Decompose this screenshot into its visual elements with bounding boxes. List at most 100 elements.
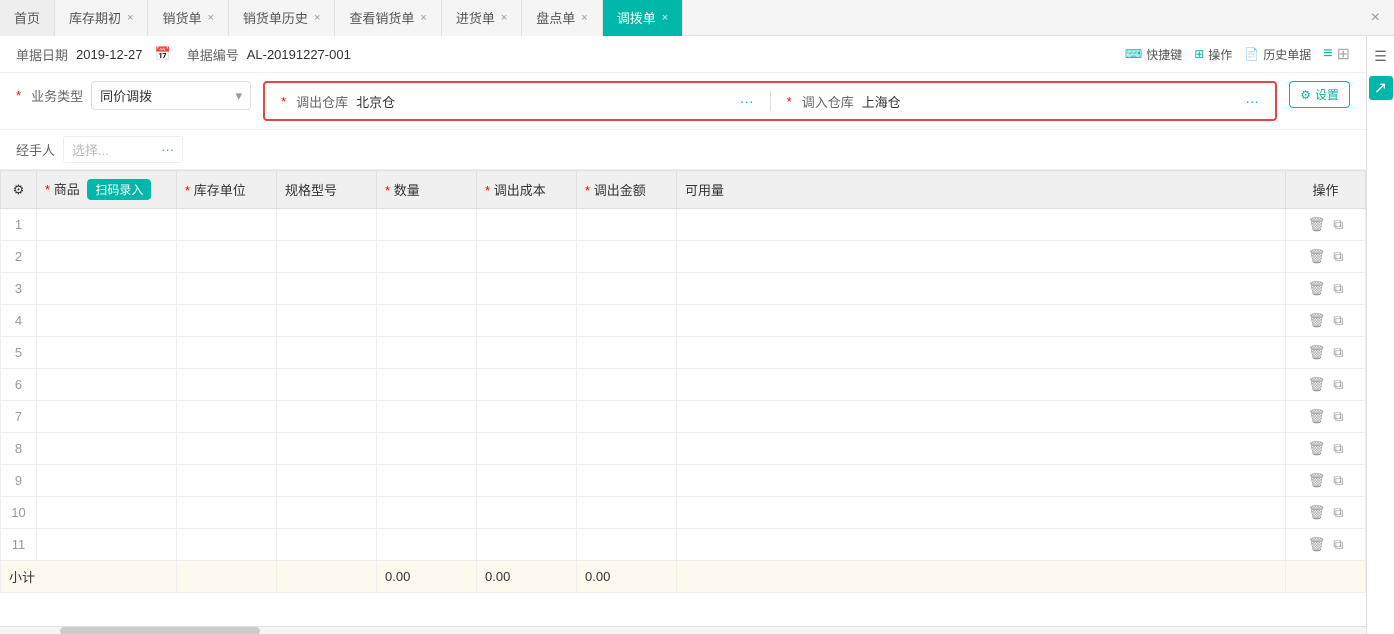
row-qty-6[interactable] <box>377 369 477 401</box>
row-unit-6[interactable] <box>177 369 277 401</box>
row-available-11[interactable] <box>677 529 1286 561</box>
row-qty-3[interactable] <box>377 273 477 305</box>
tab-home[interactable]: 首页 <box>0 0 55 36</box>
row-product-6[interactable] <box>37 369 177 401</box>
tab-purchase-close[interactable]: × <box>501 12 507 24</box>
delete-icon-4[interactable]: 🗑 <box>1308 312 1326 328</box>
tab-sales-order[interactable]: 销货单 × <box>148 0 228 36</box>
row-cost-4[interactable] <box>477 305 577 337</box>
delete-icon-1[interactable]: 🗑 <box>1308 216 1326 232</box>
tab-purchase[interactable]: 进货单 × <box>442 0 522 36</box>
row-available-10[interactable] <box>677 497 1286 529</box>
row-cost-6[interactable] <box>477 369 577 401</box>
row-qty-10[interactable] <box>377 497 477 529</box>
row-available-3[interactable] <box>677 273 1286 305</box>
sidebar-export-icon[interactable]: ↗ <box>1369 76 1393 100</box>
row-qty-5[interactable] <box>377 337 477 369</box>
row-qty-1[interactable] <box>377 209 477 241</box>
row-available-4[interactable] <box>677 305 1286 337</box>
tab-transfer-close[interactable]: × <box>662 12 668 24</box>
row-qty-4[interactable] <box>377 305 477 337</box>
delete-icon-8[interactable]: 🗑 <box>1308 440 1326 456</box>
row-product-8[interactable] <box>37 433 177 465</box>
row-amount-4[interactable] <box>577 305 677 337</box>
row-available-6[interactable] <box>677 369 1286 401</box>
sidebar-list-icon[interactable]: ☰ <box>1369 44 1393 68</box>
row-amount-3[interactable] <box>577 273 677 305</box>
row-spec-5[interactable] <box>277 337 377 369</box>
row-amount-1[interactable] <box>577 209 677 241</box>
copy-icon-10[interactable]: ⧉ <box>1333 504 1343 520</box>
copy-icon-11[interactable]: ⧉ <box>1333 536 1343 552</box>
history-button[interactable]: 📄 历史单据 <box>1244 46 1311 63</box>
delete-icon-5[interactable]: 🗑 <box>1308 344 1326 360</box>
row-available-7[interactable] <box>677 401 1286 433</box>
row-amount-10[interactable] <box>577 497 677 529</box>
row-spec-4[interactable] <box>277 305 377 337</box>
row-available-5[interactable] <box>677 337 1286 369</box>
scan-button[interactable]: 扫码录入 <box>87 179 151 200</box>
row-spec-10[interactable] <box>277 497 377 529</box>
delete-icon-3[interactable]: 🗑 <box>1308 280 1326 296</box>
row-spec-11[interactable] <box>277 529 377 561</box>
close-all-button[interactable]: × <box>1357 0 1394 36</box>
row-amount-7[interactable] <box>577 401 677 433</box>
row-available-1[interactable] <box>677 209 1286 241</box>
handler-select[interactable]: 选择... ··· <box>63 136 183 163</box>
row-unit-7[interactable] <box>177 401 277 433</box>
row-spec-2[interactable] <box>277 241 377 273</box>
row-product-11[interactable] <box>37 529 177 561</box>
row-spec-8[interactable] <box>277 433 377 465</box>
row-cost-1[interactable] <box>477 209 577 241</box>
row-product-9[interactable] <box>37 465 177 497</box>
row-cost-5[interactable] <box>477 337 577 369</box>
row-unit-5[interactable] <box>177 337 277 369</box>
row-qty-2[interactable] <box>377 241 477 273</box>
delete-icon-2[interactable]: 🗑 <box>1308 248 1326 264</box>
view-toggle[interactable]: ≡ ⊞ <box>1323 44 1350 64</box>
row-product-2[interactable] <box>37 241 177 273</box>
tab-view-sales-close[interactable]: × <box>420 12 426 24</box>
row-product-5[interactable] <box>37 337 177 369</box>
calendar-icon[interactable]: 📅 <box>155 46 171 62</box>
delete-icon-10[interactable]: 🗑 <box>1308 504 1326 520</box>
row-amount-2[interactable] <box>577 241 677 273</box>
row-product-3[interactable] <box>37 273 177 305</box>
tab-inventory-init[interactable]: 库存期初 × <box>55 0 148 36</box>
row-amount-5[interactable] <box>577 337 677 369</box>
horizontal-scrollbar[interactable] <box>60 627 260 634</box>
row-unit-11[interactable] <box>177 529 277 561</box>
col-gear[interactable]: ⚙ <box>1 171 37 209</box>
warehouse-in-more-button[interactable]: ··· <box>1245 93 1259 109</box>
row-available-8[interactable] <box>677 433 1286 465</box>
shortcuts-button[interactable]: ⌨ 快捷键 <box>1125 46 1182 63</box>
tab-inventory-init-close[interactable]: × <box>127 12 133 24</box>
row-product-1[interactable] <box>37 209 177 241</box>
row-spec-3[interactable] <box>277 273 377 305</box>
copy-icon-1[interactable]: ⧉ <box>1333 216 1343 232</box>
row-unit-4[interactable] <box>177 305 277 337</box>
list-view-icon[interactable]: ≡ <box>1323 45 1332 63</box>
copy-icon-5[interactable]: ⧉ <box>1333 344 1343 360</box>
delete-icon-6[interactable]: 🗑 <box>1308 376 1326 392</box>
copy-icon-2[interactable]: ⧉ <box>1333 248 1343 264</box>
row-cost-8[interactable] <box>477 433 577 465</box>
row-amount-8[interactable] <box>577 433 677 465</box>
copy-icon-4[interactable]: ⧉ <box>1333 312 1343 328</box>
row-product-10[interactable] <box>37 497 177 529</box>
row-available-2[interactable] <box>677 241 1286 273</box>
row-spec-9[interactable] <box>277 465 377 497</box>
settings-button[interactable]: ⚙ 设置 <box>1289 81 1350 108</box>
delete-icon-9[interactable]: 🗑 <box>1308 472 1326 488</box>
row-cost-7[interactable] <box>477 401 577 433</box>
horizontal-scrollbar-area[interactable] <box>0 626 1366 634</box>
row-spec-1[interactable] <box>277 209 377 241</box>
row-qty-9[interactable] <box>377 465 477 497</box>
business-type-select[interactable]: 同价调拨 ▾ <box>91 81 251 110</box>
row-spec-7[interactable] <box>277 401 377 433</box>
row-unit-3[interactable] <box>177 273 277 305</box>
row-unit-10[interactable] <box>177 497 277 529</box>
row-amount-9[interactable] <box>577 465 677 497</box>
delete-icon-7[interactable]: 🗑 <box>1308 408 1326 424</box>
row-qty-11[interactable] <box>377 529 477 561</box>
